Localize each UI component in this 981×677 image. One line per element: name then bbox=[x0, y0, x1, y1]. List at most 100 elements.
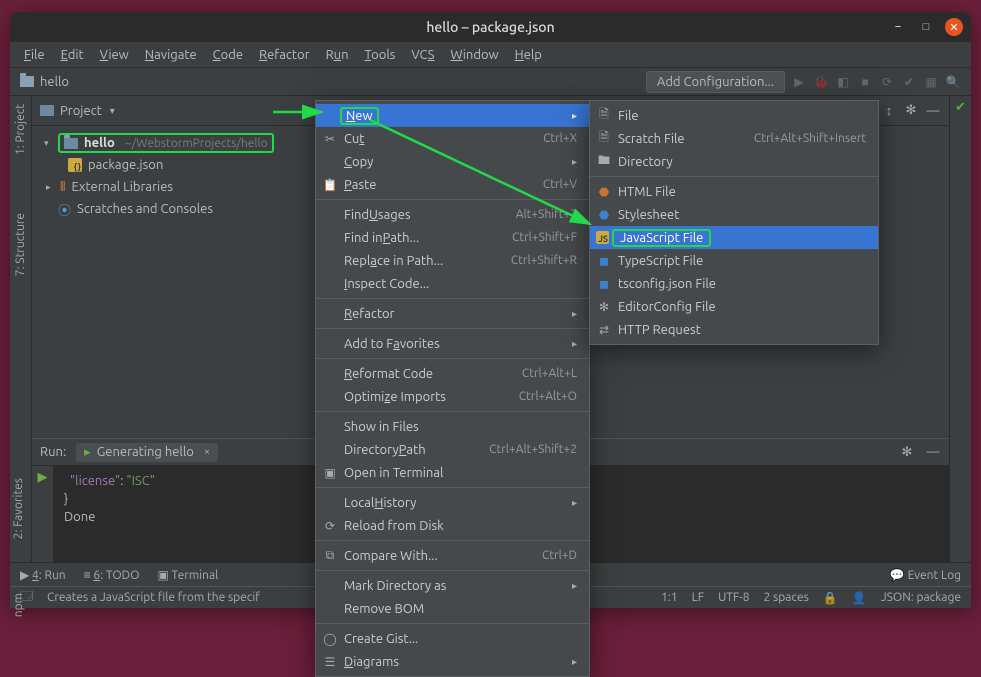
tree-expand-icon[interactable]: ▾ bbox=[44, 138, 52, 149]
menu-vcs[interactable]: VCS bbox=[405, 46, 440, 64]
ctx-show-in-files[interactable]: Show in Files bbox=[316, 415, 589, 438]
sub-stylesheet[interactable]: ⬣Stylesheet bbox=[590, 203, 878, 226]
ctx-replace-in-path[interactable]: Replace in Path...Ctrl+Shift+R bbox=[316, 249, 589, 272]
ts-file-icon: ◼ bbox=[596, 254, 612, 268]
minimize-button[interactable]: – bbox=[889, 18, 907, 36]
ctx-add-favorites[interactable]: Add to Favorites▸ bbox=[316, 332, 589, 355]
ctx-reload-disk[interactable]: ⟳Reload from Disk bbox=[316, 514, 589, 537]
sub-typescript-file[interactable]: ◼TypeScript File bbox=[590, 249, 878, 272]
navigation-bar: hello Add Configuration... ▶ 🐞 ◧ ■ ⟳ ✔ ▦… bbox=[10, 68, 971, 96]
ctx-local-history[interactable]: Local History▸ bbox=[316, 491, 589, 514]
library-icon: ⫴ bbox=[60, 180, 65, 195]
hide-icon[interactable]: — bbox=[925, 444, 941, 460]
ctx-inspect-code[interactable]: Inspect Code... bbox=[316, 272, 589, 295]
coverage-icon[interactable]: ◧ bbox=[835, 74, 851, 90]
sub-file[interactable]: 🗎File bbox=[590, 104, 878, 127]
menu-refactor[interactable]: Refactor bbox=[253, 46, 316, 64]
ctx-create-gist[interactable]: ◯Create Gist... bbox=[316, 627, 589, 650]
sub-http-request[interactable]: ⇄HTTP Request bbox=[590, 318, 878, 341]
hide-icon[interactable]: — bbox=[925, 103, 941, 119]
tree-expand-icon[interactable]: ▸ bbox=[46, 182, 54, 193]
menu-run[interactable]: Run bbox=[320, 46, 355, 64]
expand-all-icon[interactable]: ↕ bbox=[881, 103, 897, 119]
diff-icon: ⧉ bbox=[322, 549, 338, 563]
editorconfig-icon: ✻ bbox=[596, 300, 612, 314]
structure-icon[interactable]: ▦ bbox=[923, 74, 939, 90]
close-button[interactable]: ✕ bbox=[945, 18, 963, 36]
debug-icon[interactable]: 🐞 bbox=[813, 74, 829, 90]
ctx-paste[interactable]: 📋PasteCtrl+V bbox=[316, 173, 589, 196]
search-icon[interactable]: 🔍 bbox=[945, 74, 961, 90]
tree-external-libs-label: External Libraries bbox=[71, 180, 173, 194]
collapse-icon[interactable]: ✻ bbox=[903, 103, 919, 119]
ctx-optimize-imports[interactable]: Optimize ImportsCtrl+Alt+O bbox=[316, 385, 589, 408]
close-tab-icon[interactable]: × bbox=[204, 446, 210, 458]
ctx-refactor[interactable]: Refactor▸ bbox=[316, 302, 589, 325]
ctx-copy[interactable]: Copy▸ bbox=[316, 150, 589, 173]
lock-icon[interactable]: 🔒 bbox=[823, 591, 838, 605]
tree-file-label: package.json bbox=[88, 158, 163, 172]
chevron-down-icon[interactable]: ▾ bbox=[110, 105, 115, 117]
analysis-ok-icon[interactable]: ✔ bbox=[955, 100, 966, 115]
css-file-icon: ⬣ bbox=[596, 208, 612, 222]
menu-window[interactable]: Window bbox=[444, 46, 504, 64]
maximize-button[interactable]: □ bbox=[917, 18, 935, 36]
settings-icon[interactable]: ✻ bbox=[899, 444, 915, 460]
status-line-endings[interactable]: LF bbox=[692, 591, 704, 604]
sub-directory[interactable]: 🖿Directory bbox=[590, 150, 878, 173]
status-encoding[interactable]: UTF-8 bbox=[718, 591, 749, 604]
tab-project[interactable]: 1: Project bbox=[12, 100, 29, 159]
status-schema[interactable]: JSON: package bbox=[881, 591, 961, 604]
menu-tools[interactable]: Tools bbox=[359, 46, 402, 64]
diagram-icon: ☰ bbox=[322, 655, 338, 669]
rerun-icon[interactable]: ▶ bbox=[38, 470, 48, 485]
ctx-find-usages[interactable]: Find UsagesAlt+Shift+7 bbox=[316, 203, 589, 226]
run-tab-label: Generating hello bbox=[97, 445, 194, 459]
status-position[interactable]: 1:1 bbox=[661, 591, 678, 604]
ctx-new[interactable]: New▸ bbox=[316, 104, 589, 127]
run-tab[interactable]: ▸ Generating hello × bbox=[76, 443, 218, 462]
ctx-open-terminal[interactable]: ▣Open in Terminal bbox=[316, 461, 589, 484]
tab-structure[interactable]: 7: Structure bbox=[12, 209, 29, 280]
ctx-compare-with[interactable]: ⧉Compare With...Ctrl+D bbox=[316, 544, 589, 567]
commit-icon[interactable]: ✔ bbox=[901, 74, 917, 90]
file-icon: 🗎 bbox=[596, 105, 612, 126]
add-configuration-button[interactable]: Add Configuration... bbox=[646, 71, 785, 93]
ctx-diagrams[interactable]: ☰Diagrams▸ bbox=[316, 650, 589, 673]
menu-navigate[interactable]: Navigate bbox=[139, 46, 203, 64]
ctx-reformat-code[interactable]: Reformat CodeCtrl+Alt+L bbox=[316, 362, 589, 385]
folder-icon: 🖿 bbox=[596, 151, 612, 172]
http-icon: ⇄ bbox=[596, 323, 612, 337]
github-icon: ◯ bbox=[322, 632, 338, 646]
sub-editorconfig-file[interactable]: ✻EditorConfig File bbox=[590, 295, 878, 318]
ctx-cut[interactable]: ✂CutCtrl+X bbox=[316, 127, 589, 150]
update-project-icon[interactable]: ⟳ bbox=[879, 74, 895, 90]
bottom-todo-tab[interactable]: ≡ 6: TODO bbox=[84, 568, 140, 582]
project-icon bbox=[40, 105, 54, 116]
status-indent[interactable]: 2 spaces bbox=[764, 591, 809, 604]
ctx-find-in-path[interactable]: Find in Path...Ctrl+Shift+F bbox=[316, 226, 589, 249]
ctx-directory-path[interactable]: Directory PathCtrl+Alt+Shift+2 bbox=[316, 438, 589, 461]
ctx-mark-directory[interactable]: Mark Directory as▸ bbox=[316, 574, 589, 597]
folder-icon bbox=[64, 138, 78, 149]
sub-scratch-file[interactable]: 🗎Scratch FileCtrl+Alt+Shift+Insert bbox=[590, 127, 878, 150]
event-log-button[interactable]: 💬 Event Log bbox=[890, 568, 961, 582]
menu-edit[interactable]: Edit bbox=[55, 46, 90, 64]
sub-tsconfig-file[interactable]: ◼tsconfig.json File bbox=[590, 272, 878, 295]
json-file-icon: {} bbox=[68, 158, 82, 172]
ctx-remove-bom[interactable]: Remove BOM bbox=[316, 597, 589, 620]
tree-root-path: ~/WebstormProjects/hello bbox=[125, 137, 268, 150]
inspector-icon[interactable]: 👤 bbox=[852, 591, 867, 605]
breadcrumb[interactable]: hello bbox=[40, 75, 69, 89]
menu-code[interactable]: Code bbox=[207, 46, 249, 64]
menu-help[interactable]: Help bbox=[509, 46, 548, 64]
tab-npm[interactable]: npm bbox=[10, 589, 27, 621]
menu-file[interactable]: File bbox=[18, 46, 51, 64]
run-icon[interactable]: ▶ bbox=[791, 74, 807, 90]
menu-view[interactable]: View bbox=[94, 46, 135, 64]
bottom-terminal-tab[interactable]: ▣ Terminal bbox=[157, 568, 218, 582]
sub-html-file[interactable]: ⬣HTML File bbox=[590, 180, 878, 203]
sub-javascript-file[interactable]: JS JavaScript File bbox=[590, 226, 878, 249]
tab-favorites[interactable]: 2: Favorites bbox=[10, 474, 27, 543]
stop-icon[interactable]: ■ bbox=[857, 74, 873, 90]
